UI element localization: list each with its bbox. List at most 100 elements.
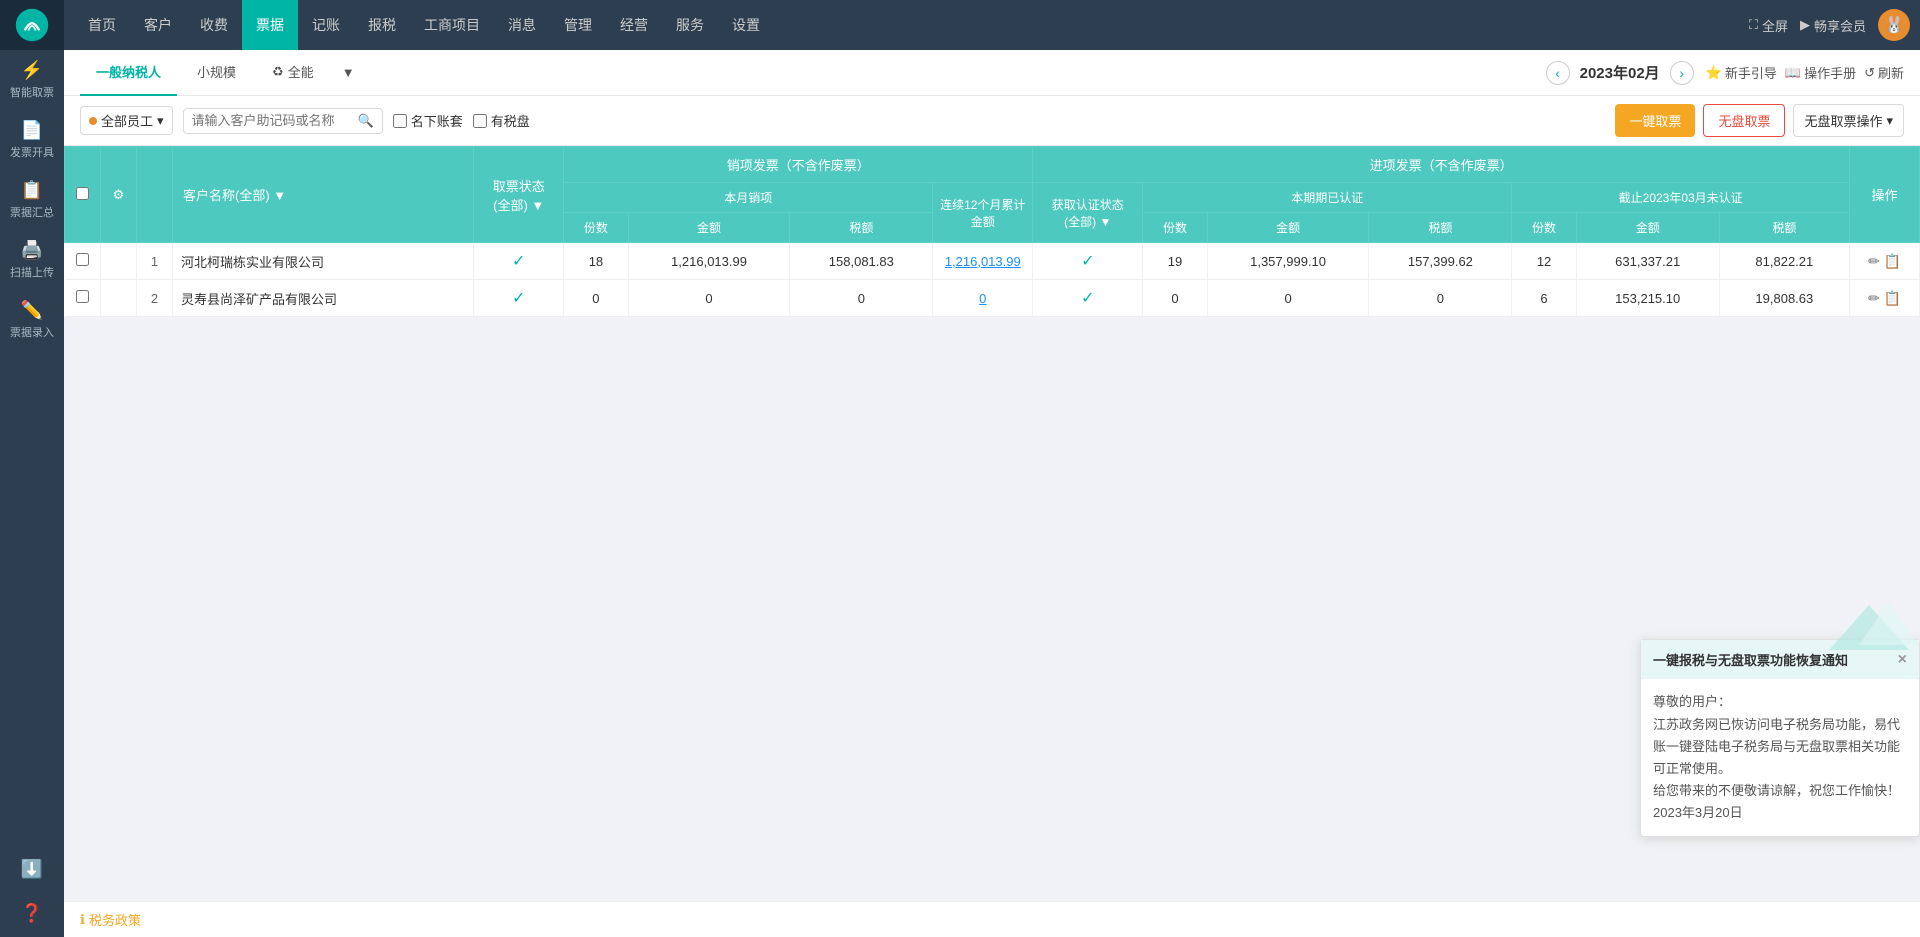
tab-small-scale-label: 小规模 <box>197 62 236 81</box>
th-purchase-invoice: 进项发票（不含作废票） <box>1033 147 1850 183</box>
no-disk-ops-btn[interactable]: 无盘取票操作 ▾ <box>1793 104 1904 137</box>
nav-settings[interactable]: 设置 <box>718 0 774 50</box>
search-input[interactable] <box>192 113 352 128</box>
sidebar-item-download[interactable]: ⬇️ <box>0 849 64 893</box>
edit-icon-1[interactable]: ✏ <box>1868 253 1880 269</box>
sidebar-item-smart-fetch[interactable]: ⚡ 智能取票 <box>0 50 64 110</box>
row1-checkbox[interactable] <box>76 253 89 266</box>
sidebar-label-invoice-summary: 票据汇总 <box>10 204 54 220</box>
play-icon: ▶ <box>1800 17 1810 33</box>
td-sales-count-1: 18 <box>564 243 628 280</box>
no-disk-fetch-btn[interactable]: 无盘取票 <box>1703 104 1785 137</box>
employee-dropdown-icon: ▾ <box>157 113 164 129</box>
sidebar-item-help[interactable]: ❓ <box>0 893 64 937</box>
has-tax-disk-input[interactable] <box>473 114 487 128</box>
search-icon[interactable]: 🔍 <box>358 113 374 129</box>
td-name-1: 河北柯瑞栋实业有限公司 <box>173 243 474 280</box>
fetch-status-icon-1: ✓ <box>512 253 525 270</box>
topnav-right: ⛶ 全屏 ▶ 畅享会员 🐰 <box>1749 9 1910 41</box>
td-pv-amount-2: 0 <box>1207 280 1369 317</box>
nav-invoice[interactable]: 票据 <box>242 0 298 50</box>
employee-select[interactable]: 全部员工 ▾ <box>80 106 173 135</box>
sidebar-item-issue-invoice[interactable]: 📄 发票开具 <box>0 110 64 170</box>
th-action: 操作 <box>1850 147 1920 243</box>
sidebar-item-data-entry[interactable]: ✏️ 票据录入 <box>0 290 64 350</box>
tab-general-taxpayer[interactable]: 一般纳税人 <box>80 50 177 96</box>
th-customer-name: 客户名称(全部) ▼ <box>173 147 474 243</box>
next-month-btn[interactable]: › <box>1670 61 1694 85</box>
sidebar-label-data-entry: 票据录入 <box>10 324 54 340</box>
manual-link[interactable]: 📖 操作手册 <box>1785 63 1856 82</box>
fetch-status-icon-2: ✓ <box>512 290 525 307</box>
avatar[interactable]: 🐰 <box>1878 9 1910 41</box>
subtab-actions: ⭐ 新手引导 📖 操作手册 ↺ 刷新 <box>1706 63 1904 82</box>
copy-icon-1[interactable]: 📋 <box>1883 253 1900 269</box>
prev-month-btn[interactable]: ‹ <box>1546 61 1570 85</box>
filter-right-actions: 一键取票 无盘取票 无盘取票操作 ▾ <box>1615 104 1904 137</box>
td-cumulative-1[interactable]: 1,216,013.99 <box>933 243 1033 280</box>
footer-bar: ℹ 税务政策 <box>64 901 1920 937</box>
download-icon: ⬇️ <box>21 859 43 880</box>
th-current-period-verified: 本期期已认证 <box>1143 183 1512 213</box>
nav-tax[interactable]: 报税 <box>354 0 410 50</box>
tab-all-icon: ♻ <box>272 64 284 80</box>
no-disk-ops-label: 无盘取票操作 <box>1804 111 1882 130</box>
dropdown-icon: ▾ <box>1886 113 1893 129</box>
td-num-2: 2 <box>137 280 173 317</box>
th-num <box>137 147 173 243</box>
has-tax-disk-checkbox[interactable]: 有税盘 <box>473 111 530 130</box>
td-verify-status-1: ✓ <box>1033 243 1143 280</box>
data-entry-icon: ✏️ <box>21 300 43 321</box>
sidebar-item-scan-upload[interactable]: 🖨️ 扫描上传 <box>0 230 64 290</box>
nav-collection[interactable]: 收费 <box>186 0 242 50</box>
row2-checkbox[interactable] <box>76 290 89 303</box>
table-row: 2 灵寿县尚泽矿产品有限公司 ✓ 0 0 0 0 ✓ 0 0 0 6 <box>65 280 1920 317</box>
sidebar-logo <box>0 0 64 50</box>
td-cumulative-2[interactable]: 0 <box>933 280 1033 317</box>
nav-customer[interactable]: 客户 <box>130 0 186 50</box>
new-guide-link[interactable]: ⭐ 新手引导 <box>1706 63 1777 82</box>
filterbar: 全部员工 ▾ 🔍 名下账套 有税盘 一键取票 无盘取票 无盘取票操作 ▾ <box>64 96 1920 146</box>
nav-message[interactable]: 消息 <box>494 0 550 50</box>
scan-upload-icon: 🖨️ <box>21 240 43 261</box>
tab-small-scale[interactable]: 小规模 <box>181 50 252 96</box>
tab-all[interactable]: ♻ 全能 <box>256 50 330 96</box>
fullscreen-icon: ⛶ <box>1749 17 1758 33</box>
member-btn[interactable]: ▶ 畅享会员 <box>1800 16 1866 35</box>
nav-home[interactable]: 首页 <box>74 0 130 50</box>
refresh-link[interactable]: ↺ 刷新 <box>1864 63 1904 82</box>
tab-all-label: 全能 <box>288 62 314 81</box>
subordinate-accounts-checkbox[interactable]: 名下账套 <box>393 111 463 130</box>
td-sales-count-2: 0 <box>564 280 628 317</box>
copy-icon-2[interactable]: 📋 <box>1883 290 1900 306</box>
tab-general-taxpayer-label: 一般纳税人 <box>96 62 161 81</box>
chevron-down-icon: ▼ <box>342 65 355 80</box>
tax-policy-link[interactable]: 税务政策 <box>89 910 141 929</box>
verify-status-icon-1: ✓ <box>1081 253 1094 270</box>
smart-fetch-icon: ⚡ <box>21 60 43 81</box>
nav-service[interactable]: 服务 <box>662 0 718 50</box>
nav-business[interactable]: 工商项目 <box>410 0 494 50</box>
td-checkbox-2[interactable] <box>65 280 101 317</box>
cumulative-link-1[interactable]: 1,216,013.99 <box>945 254 1021 269</box>
td-action-2: ✏ 📋 <box>1850 280 1920 317</box>
cumulative-link-2[interactable]: 0 <box>979 291 986 306</box>
nav-accounting[interactable]: 记账 <box>298 0 354 50</box>
select-all-checkbox[interactable] <box>76 187 89 200</box>
th-pv-count: 份数 <box>1143 213 1207 243</box>
sidebar: ⚡ 智能取票 📄 发票开具 📋 票据汇总 🖨️ 扫描上传 ✏️ 票据录入 ⬇️ … <box>0 0 64 937</box>
edit-icon-2[interactable]: ✏ <box>1868 290 1880 306</box>
td-checkbox-1[interactable] <box>65 243 101 280</box>
th-until-unverified: 截止2023年03月未认证 <box>1512 183 1850 213</box>
nav-operation[interactable]: 经营 <box>606 0 662 50</box>
one-click-fetch-btn[interactable]: 一键取票 <box>1615 104 1695 137</box>
td-puv-count-2: 6 <box>1512 280 1576 317</box>
subordinate-accounts-input[interactable] <box>393 114 407 128</box>
subtab-more-btn[interactable]: ▼ <box>334 65 363 80</box>
th-sales-count: 份数 <box>564 213 628 243</box>
sidebar-item-invoice-summary[interactable]: 📋 票据汇总 <box>0 170 64 230</box>
employee-label: 全部员工 <box>101 111 153 130</box>
nav-management[interactable]: 管理 <box>550 0 606 50</box>
tax-policy-icon: ℹ <box>80 912 85 928</box>
fullscreen-btn[interactable]: ⛶ 全屏 <box>1749 16 1788 35</box>
